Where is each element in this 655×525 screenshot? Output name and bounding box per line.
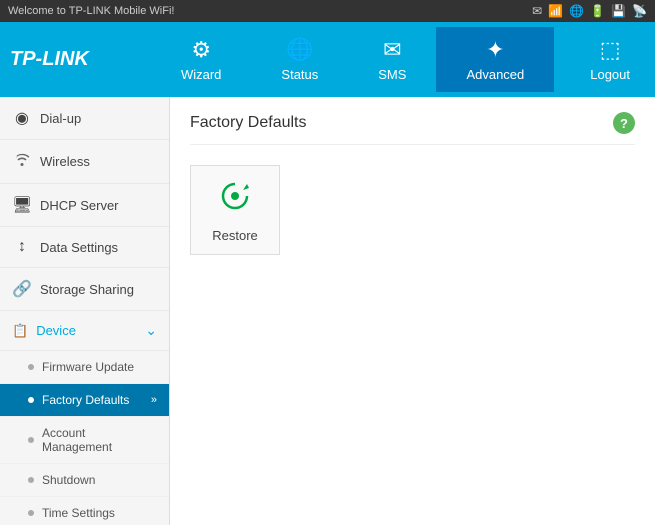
logo: TP-LINK	[10, 48, 130, 71]
sms-label: SMS	[378, 67, 406, 82]
dhcp-label: DHCP Server	[40, 198, 119, 213]
sidebar-item-data[interactable]: ↕ Data Settings	[0, 227, 169, 268]
sidebar-item-device[interactable]: 📋 Device ⌄	[0, 311, 169, 351]
nav-advanced[interactable]: ✦ Advanced	[436, 27, 554, 92]
device-header-left: 📋 Device	[12, 323, 76, 339]
battery-icon: 🔋	[590, 4, 605, 18]
sms-icon: ✉	[383, 37, 401, 63]
globe-icon: 🌐	[569, 4, 584, 18]
navbar: TP-LINK ⚙ Wizard 🌐 Status ✉ SMS ✦ Advanc…	[0, 22, 655, 97]
storage-icon: 🔗	[12, 279, 32, 299]
content-area: Factory Defaults ? Restore	[170, 97, 655, 525]
status-bar-title: Welcome to TP-LINK Mobile WiFi!	[8, 5, 174, 17]
submenu-account[interactable]: Account Management	[0, 417, 169, 464]
sidebar-item-wireless[interactable]: Wireless	[0, 140, 169, 184]
data-label: Data Settings	[40, 240, 118, 255]
help-button[interactable]: ?	[613, 112, 635, 134]
dot-icon	[28, 510, 34, 516]
dot-icon	[28, 477, 34, 483]
nav-sms[interactable]: ✉ SMS	[348, 27, 436, 92]
status-bar: Welcome to TP-LINK Mobile WiFi! ✉ 📶 🌐 🔋 …	[0, 0, 655, 22]
dhcp-icon: 🖥	[12, 195, 32, 215]
restore-area: Restore	[190, 165, 635, 255]
status-icon: 🌐	[286, 37, 313, 63]
nav-status[interactable]: 🌐 Status	[251, 27, 348, 92]
wireless-icon	[12, 151, 32, 172]
sd-icon: 💾	[611, 4, 626, 18]
account-label: Account Management	[42, 426, 157, 454]
wizard-label: Wizard	[181, 67, 221, 82]
shutdown-label: Shutdown	[42, 473, 95, 487]
restore-icon	[217, 178, 253, 222]
advanced-icon: ✦	[486, 37, 504, 63]
time-label: Time Settings	[42, 506, 115, 520]
nav-items: ⚙ Wizard 🌐 Status ✉ SMS ✦ Advanced	[130, 27, 575, 92]
logout-label: Logout	[590, 67, 630, 82]
wizard-icon: ⚙	[191, 37, 211, 63]
envelope-icon: ✉	[532, 4, 542, 18]
logout-button[interactable]: ⬚ Logout	[575, 27, 645, 92]
restore-button[interactable]: Restore	[190, 165, 280, 255]
submenu-firmware[interactable]: Firmware Update	[0, 351, 169, 384]
content-header: Factory Defaults ?	[190, 112, 635, 145]
submenu-shutdown[interactable]: Shutdown	[0, 464, 169, 497]
sidebar: ◉ Dial-up Wireless 🖥 DHCP Server ↕ Data …	[0, 97, 170, 525]
page-title: Factory Defaults	[190, 114, 306, 132]
arrows-icon: »	[151, 394, 157, 406]
chevron-down-icon: ⌄	[145, 322, 157, 339]
submenu-factory[interactable]: Factory Defaults »	[0, 384, 169, 417]
wifi-icon: 📡	[632, 4, 647, 18]
dialup-label: Dial-up	[40, 111, 81, 126]
dialup-icon: ◉	[12, 108, 32, 128]
dot-icon	[28, 397, 34, 403]
wireless-label: Wireless	[40, 154, 90, 169]
device-icon: 📋	[12, 323, 28, 339]
status-label: Status	[281, 67, 318, 82]
device-label: Device	[36, 323, 76, 338]
dot-icon	[28, 364, 34, 370]
status-icons: ✉ 📶 🌐 🔋 💾 📡	[532, 4, 647, 18]
storage-label: Storage Sharing	[40, 282, 134, 297]
firmware-label: Firmware Update	[42, 360, 134, 374]
dot-icon	[28, 437, 34, 443]
main-layout: ◉ Dial-up Wireless 🖥 DHCP Server ↕ Data …	[0, 97, 655, 525]
nav-wizard[interactable]: ⚙ Wizard	[151, 27, 251, 92]
sidebar-item-dhcp[interactable]: 🖥 DHCP Server	[0, 184, 169, 227]
submenu-time[interactable]: Time Settings	[0, 497, 169, 525]
data-icon: ↕	[12, 238, 32, 256]
factory-label: Factory Defaults	[42, 393, 129, 407]
sidebar-item-storage[interactable]: 🔗 Storage Sharing	[0, 268, 169, 311]
logout-icon: ⬚	[600, 37, 621, 63]
signal-icon: 📶	[548, 4, 563, 18]
restore-label: Restore	[212, 228, 258, 243]
advanced-label: Advanced	[466, 67, 524, 82]
sidebar-item-dialup[interactable]: ◉ Dial-up	[0, 97, 169, 140]
